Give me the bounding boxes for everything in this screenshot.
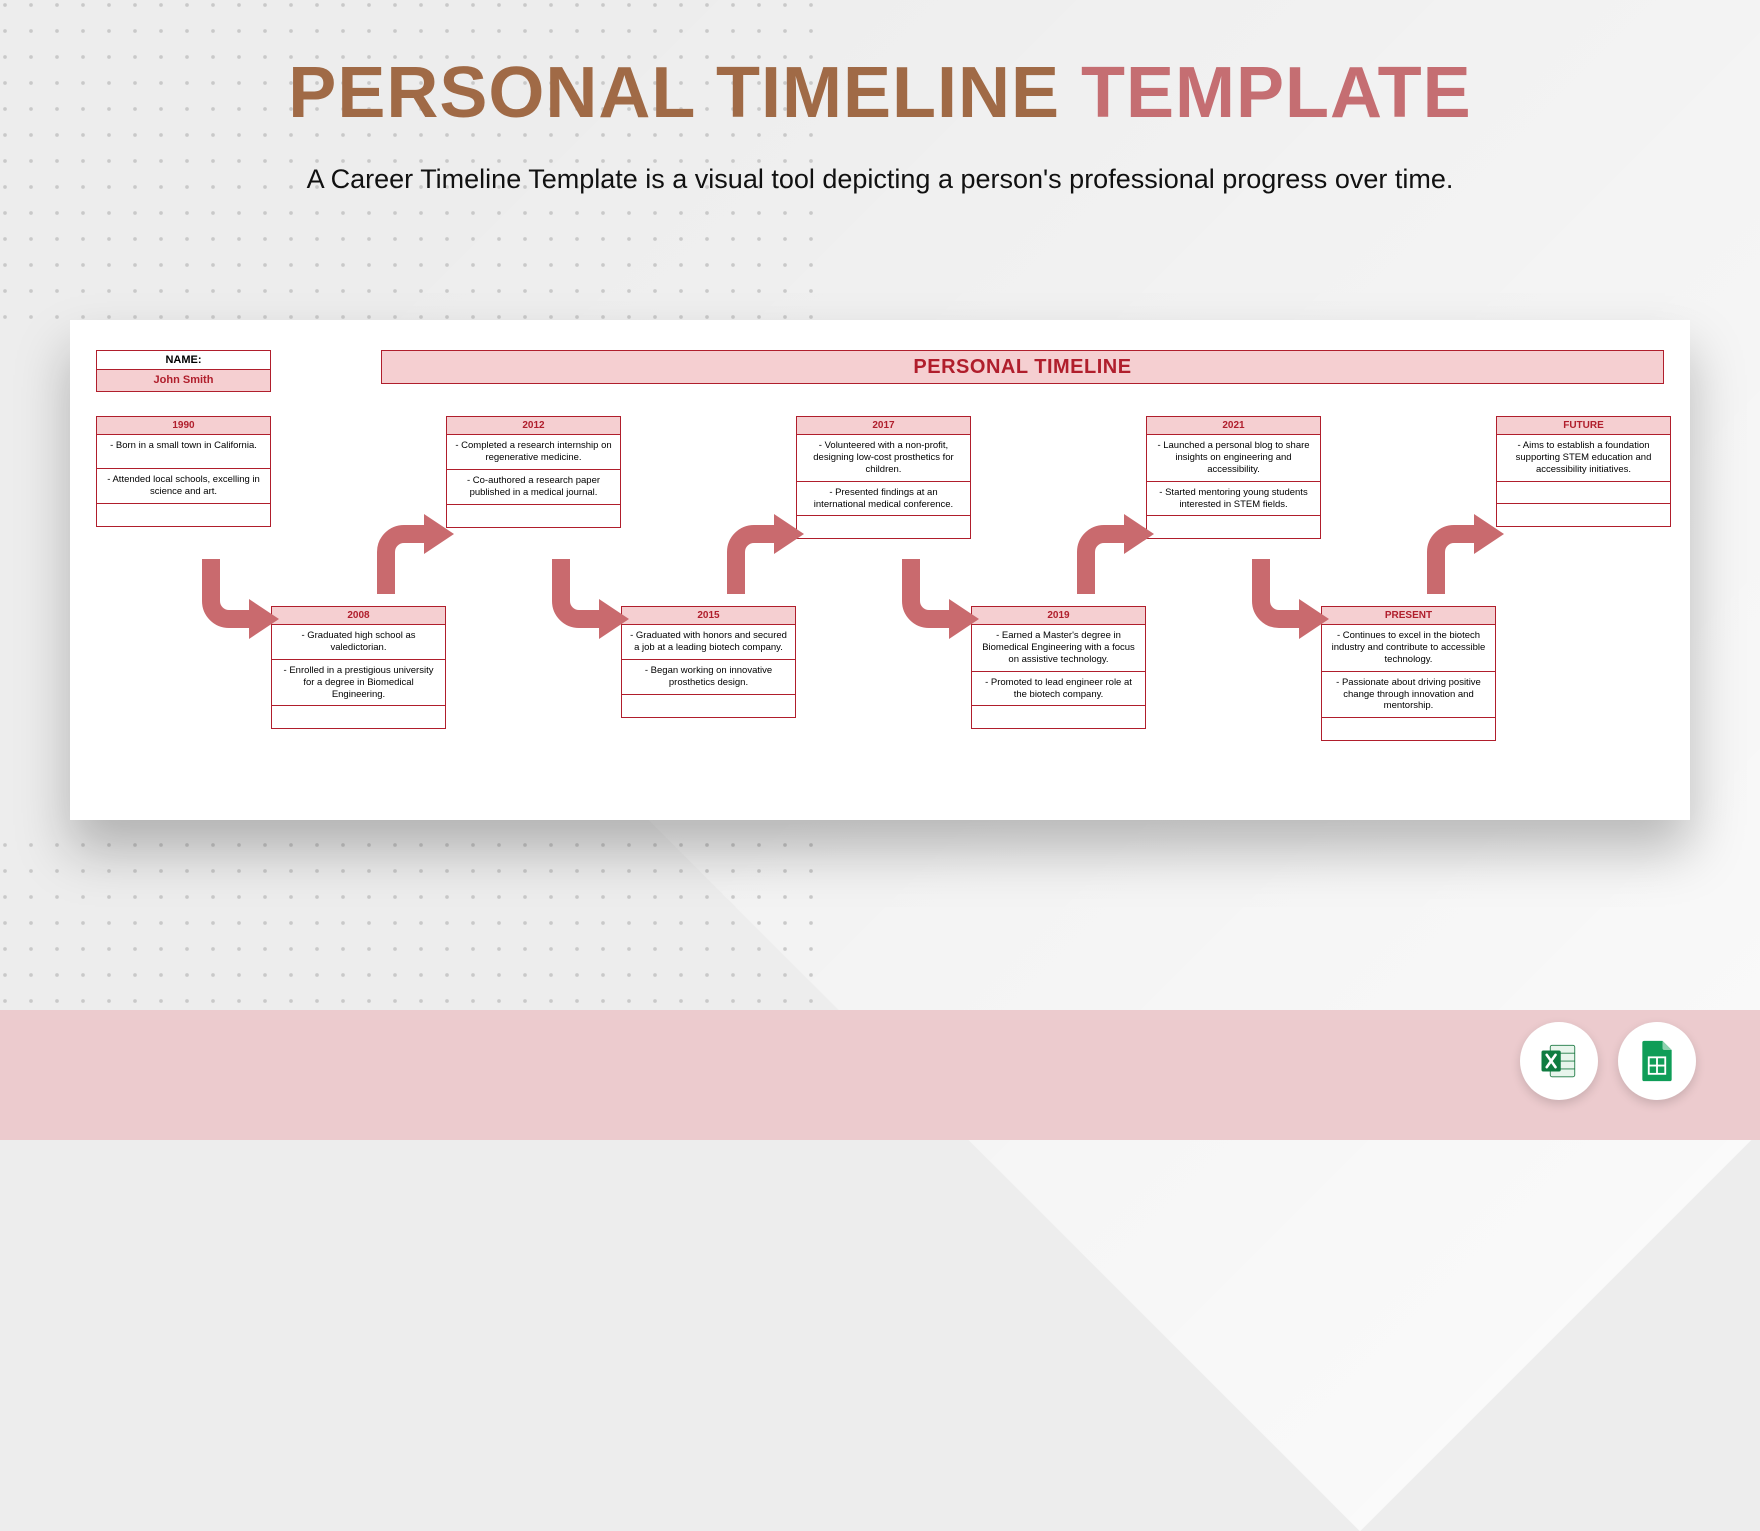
template-card: NAME: John Smith PERSONAL TIMELINE 1990-…: [70, 320, 1690, 820]
timeline-cell: - Volunteered with a non-profit, designi…: [797, 435, 970, 482]
timeline-box-2008: 2008- Graduated high school as valedicto…: [271, 606, 446, 729]
timeline-arrow-icon: [191, 551, 281, 641]
timeline-year: 2012: [447, 417, 620, 435]
timeline-box-present: PRESENT- Continues to excel in the biote…: [1321, 606, 1496, 741]
timeline-area: 1990- Born in a small town in California…: [96, 416, 1664, 796]
timeline-year: FUTURE: [1497, 417, 1670, 435]
timeline-cell: - Enrolled in a prestigious university f…: [272, 660, 445, 707]
page-title: PERSONAL TIMELINE TEMPLATE: [0, 52, 1760, 134]
card-title: PERSONAL TIMELINE: [913, 356, 1131, 379]
timeline-cell: - Co-authored a research paper published…: [447, 470, 620, 505]
timeline-year: 2008: [272, 607, 445, 625]
timeline-box-2019: 2019- Earned a Master's degree in Biomed…: [971, 606, 1146, 729]
timeline-cell: - Born in a small town in California.: [97, 435, 270, 469]
timeline-cell: [97, 504, 270, 526]
name-block: NAME: John Smith: [96, 350, 271, 392]
timeline-box-1990: 1990- Born in a small town in California…: [96, 416, 271, 527]
timeline-year: 1990: [97, 417, 270, 435]
timeline-cell: - Started mentoring young students inter…: [1147, 482, 1320, 517]
timeline-cell: - Passionate about driving positive chan…: [1322, 672, 1495, 719]
timeline-cell: [1322, 718, 1495, 740]
timeline-cell: - Began working on innovative prosthetic…: [622, 660, 795, 695]
timeline-cell: - Attended local schools, excelling in s…: [97, 469, 270, 504]
timeline-cell: - Presented findings at an international…: [797, 482, 970, 517]
timeline-arrow-icon: [1416, 512, 1506, 602]
timeline-arrow-icon: [541, 551, 631, 641]
timeline-cell: [622, 695, 795, 717]
timeline-year: 2015: [622, 607, 795, 625]
timeline-arrow-icon: [366, 512, 456, 602]
timeline-cell: [1497, 482, 1670, 504]
timeline-cell: - Completed a research internship on reg…: [447, 435, 620, 470]
headline: PERSONAL TIMELINE TEMPLATE A Career Time…: [0, 0, 1760, 195]
timeline-arrow-icon: [891, 551, 981, 641]
timeline-box-2012: 2012- Completed a research internship on…: [446, 416, 621, 528]
footer-strip: [0, 1010, 1760, 1140]
timeline-year: 2019: [972, 607, 1145, 625]
title-part-2: TEMPLATE: [1081, 53, 1472, 133]
timeline-arrow-icon: [1241, 551, 1331, 641]
timeline-cell: - Continues to excel in the biotech indu…: [1322, 625, 1495, 672]
title-part-1: PERSONAL TIMELINE: [288, 53, 1060, 133]
timeline-arrow-icon: [716, 512, 806, 602]
timeline-year: 2017: [797, 417, 970, 435]
timeline-cell: [1497, 504, 1670, 526]
timeline-cell: [1147, 516, 1320, 538]
excel-icon[interactable]: [1520, 1022, 1598, 1100]
timeline-box-future: FUTURE- Aims to establish a foundation s…: [1496, 416, 1671, 527]
timeline-cell: - Earned a Master's degree in Biomedical…: [972, 625, 1145, 672]
timeline-year: 2021: [1147, 417, 1320, 435]
timeline-cell: [797, 516, 970, 538]
timeline-cell: - Launched a personal blog to share insi…: [1147, 435, 1320, 482]
timeline-cell: - Aims to establish a foundation support…: [1497, 435, 1670, 482]
timeline-cell: - Promoted to lead engineer role at the …: [972, 672, 1145, 707]
app-icons: [1520, 1022, 1696, 1100]
subtitle: A Career Timeline Template is a visual t…: [0, 164, 1760, 195]
timeline-cell: [272, 706, 445, 728]
timeline-cell: - Graduated high school as valedictorian…: [272, 625, 445, 660]
name-label: NAME:: [96, 350, 271, 370]
timeline-box-2015: 2015- Graduated with honors and secured …: [621, 606, 796, 718]
timeline-box-2017: 2017- Volunteered with a non-profit, des…: [796, 416, 971, 539]
sheets-icon[interactable]: [1618, 1022, 1696, 1100]
card-title-bar: PERSONAL TIMELINE: [381, 350, 1664, 384]
name-value: John Smith: [96, 370, 271, 392]
card-header: NAME: John Smith PERSONAL TIMELINE: [96, 350, 1664, 392]
timeline-cell: - Graduated with honors and secured a jo…: [622, 625, 795, 660]
timeline-cell: [447, 505, 620, 527]
timeline-year: PRESENT: [1322, 607, 1495, 625]
timeline-cell: [972, 706, 1145, 728]
timeline-arrow-icon: [1066, 512, 1156, 602]
timeline-box-2021: 2021- Launched a personal blog to share …: [1146, 416, 1321, 539]
